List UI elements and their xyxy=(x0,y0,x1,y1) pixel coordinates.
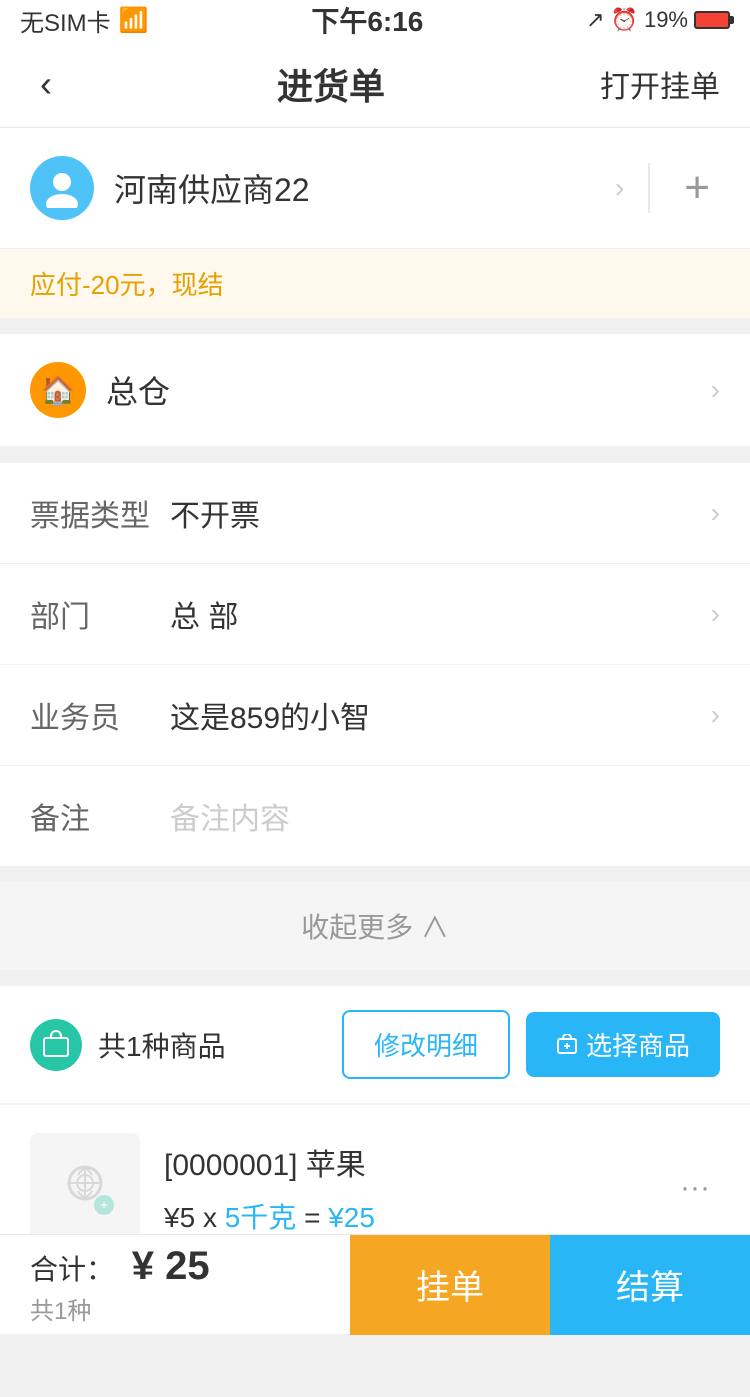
sales-chevron-icon: › xyxy=(711,699,720,731)
footer-total: 合计： ¥ 25 共1种 xyxy=(0,1244,350,1326)
battery-text: 19% xyxy=(644,7,688,33)
settle-button[interactable]: 结算 xyxy=(550,1235,750,1335)
invoice-value: 不开票 xyxy=(160,491,701,535)
remark-input[interactable]: 备注内容 xyxy=(160,794,720,838)
battery-icon xyxy=(694,11,730,29)
status-time: 下午6:16 xyxy=(311,0,423,40)
total-amount: ¥ 25 xyxy=(132,1244,210,1288)
product-info: [0000001] 苹果 ¥5 x 5千克 = ¥25 xyxy=(164,1140,670,1236)
invoice-label: 票据类型 xyxy=(30,491,160,535)
price-unit: ¥5 xyxy=(164,1202,195,1233)
dept-label: 部门 xyxy=(30,592,160,636)
product-price: ¥5 x 5千克 = ¥25 xyxy=(164,1196,670,1236)
warehouse-section: 🏠 总仓 › xyxy=(0,334,750,446)
svg-text:+: + xyxy=(100,1198,107,1212)
divider xyxy=(648,163,650,213)
footer: 合计： ¥ 25 共1种 挂单 结算 xyxy=(0,1234,750,1334)
dept-value: 总 部 xyxy=(160,592,701,636)
collapse-button[interactable]: 收起更多 ∧ xyxy=(0,882,750,970)
warehouse-name: 总仓 xyxy=(106,367,701,413)
warehouse-row[interactable]: 🏠 总仓 › xyxy=(0,334,750,446)
hang-label: 挂单 xyxy=(416,1260,484,1309)
alarm-icon: ⏰ xyxy=(611,7,638,33)
status-right: ↗ ⏰ 19% xyxy=(586,7,730,33)
invoice-row[interactable]: 票据类型 不开票 › xyxy=(0,462,750,563)
location-icon: ↗ xyxy=(586,7,604,33)
products-header: 共1种商品 修改明细 选择商品 xyxy=(0,986,750,1104)
total-sub: 共1种 xyxy=(30,1291,320,1326)
form-section: 票据类型 不开票 › 部门 总 部 › 业务员 这是859的小智 › 备注 备注… xyxy=(0,462,750,866)
hang-button[interactable]: 挂单 xyxy=(350,1235,550,1335)
notice-bar: 应付-20元，现结 xyxy=(0,249,750,318)
notice-text: 应付-20元，现结 xyxy=(30,270,224,300)
remark-row[interactable]: 备注 备注内容 xyxy=(0,765,750,866)
sales-value: 这是859的小智 xyxy=(160,693,701,737)
supplier-chevron-icon: › xyxy=(615,172,624,204)
sales-label: 业务员 xyxy=(30,693,160,737)
status-bar: 无SIM卡 📶 下午6:16 ↗ ⏰ 19% xyxy=(0,0,750,40)
products-icon xyxy=(30,1019,82,1071)
supplier-avatar xyxy=(30,156,94,220)
price-qty: 5千克 xyxy=(225,1202,297,1233)
warehouse-icon: 🏠 xyxy=(30,362,86,418)
total-label: 合计： xyxy=(30,1254,114,1285)
supplier-name: 河南供应商22 xyxy=(114,165,605,211)
select-product-button[interactable]: 选择商品 xyxy=(526,1012,720,1077)
dept-chevron-icon: › xyxy=(711,598,720,630)
back-button[interactable]: ‹ xyxy=(30,53,62,115)
invoice-chevron-icon: › xyxy=(711,497,720,529)
product-thumbnail: + xyxy=(30,1133,140,1243)
warehouse-chevron-icon: › xyxy=(711,374,720,406)
price-multiply: x xyxy=(203,1202,225,1233)
add-supplier-button[interactable]: + xyxy=(674,163,720,213)
remark-label: 备注 xyxy=(30,794,160,838)
collapse-label: 收起更多 ∧ xyxy=(301,912,449,943)
no-sim-text: 无SIM卡 xyxy=(20,3,111,38)
dept-row[interactable]: 部门 总 部 › xyxy=(0,563,750,664)
status-left: 无SIM卡 📶 xyxy=(20,3,149,38)
price-total: ¥25 xyxy=(328,1202,375,1233)
settle-label: 结算 xyxy=(616,1260,684,1309)
product-more-button[interactable]: ··· xyxy=(670,1161,720,1215)
select-product-label: 选择商品 xyxy=(586,1026,690,1063)
products-count: 共1种商品 xyxy=(98,1025,342,1065)
supplier-row[interactable]: 河南供应商22 › + xyxy=(0,128,750,249)
wifi-icon: 📶 xyxy=(119,6,149,35)
sales-row[interactable]: 业务员 这是859的小智 › xyxy=(0,664,750,765)
price-equals: = xyxy=(304,1202,328,1233)
edit-detail-button[interactable]: 修改明细 xyxy=(342,1010,510,1079)
products-section: 共1种商品 修改明细 选择商品 + xyxy=(0,986,750,1271)
open-hang-button[interactable]: 打开挂单 xyxy=(600,62,720,106)
nav-bar: ‹ 进货单 打开挂单 xyxy=(0,40,750,128)
supplier-section: 河南供应商22 › + 应付-20元，现结 xyxy=(0,128,750,318)
page-title: 进货单 xyxy=(277,58,385,110)
product-name: [0000001] 苹果 xyxy=(164,1140,670,1184)
